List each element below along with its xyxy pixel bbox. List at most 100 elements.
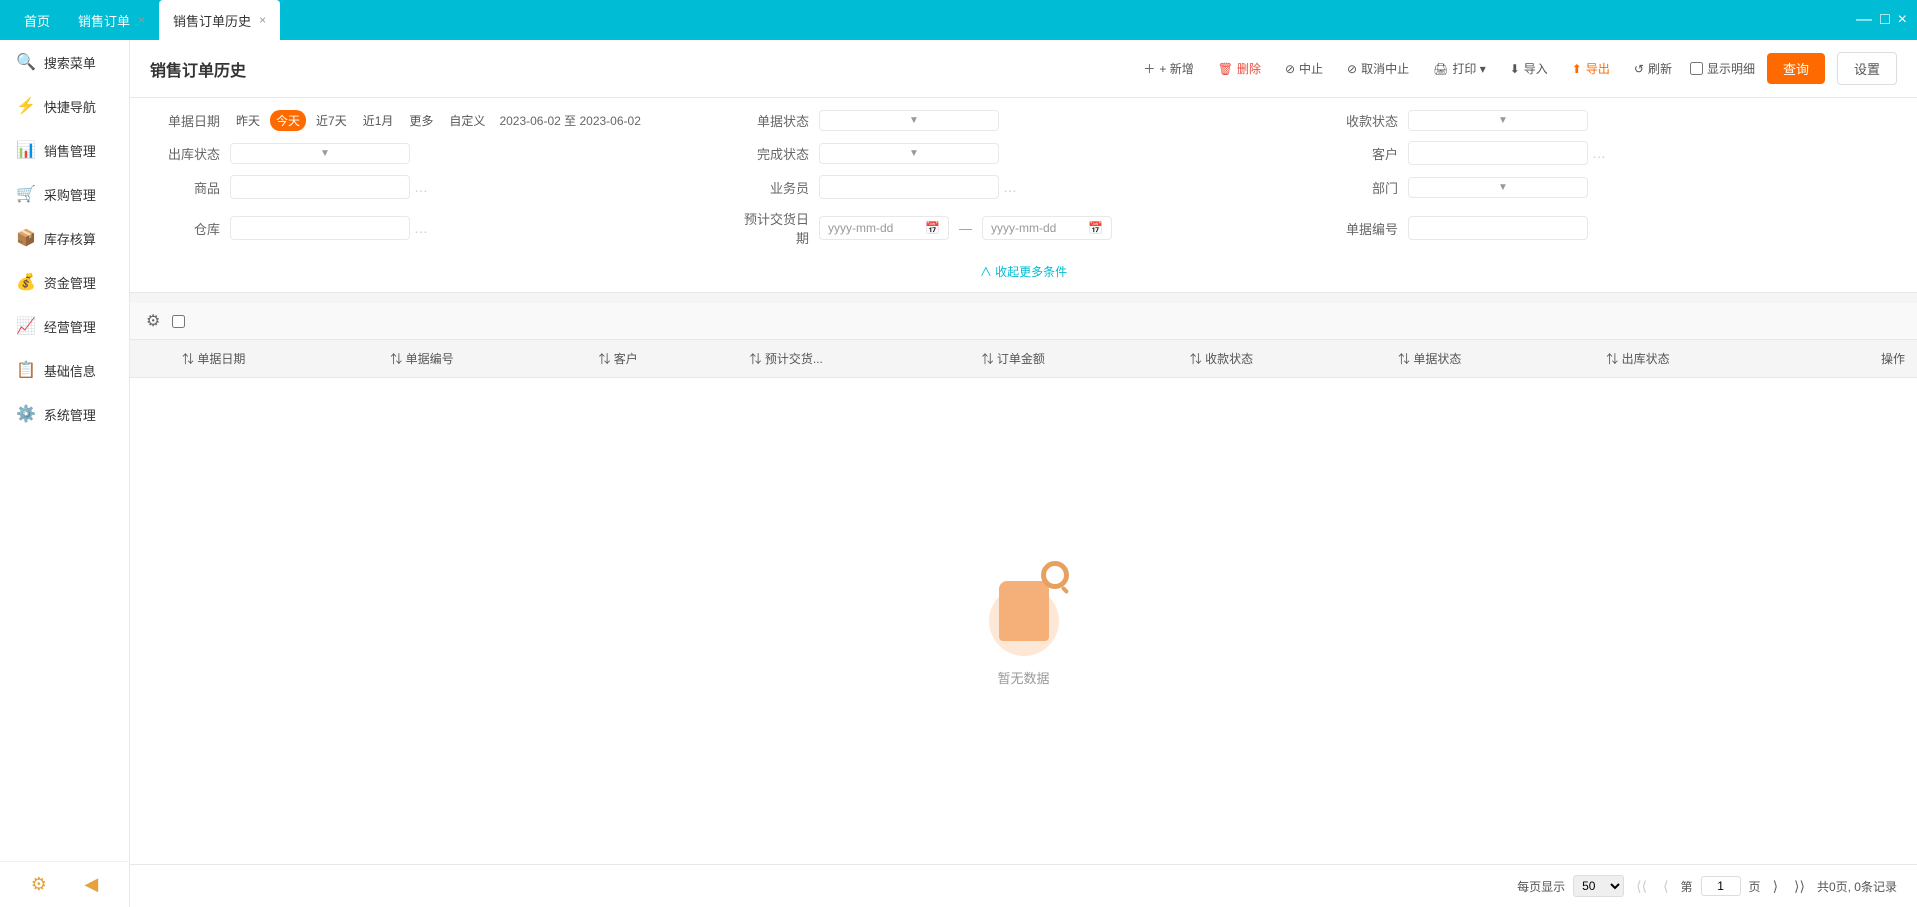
collapse-bar[interactable]: ∧ 收起更多条件 [150, 257, 1897, 280]
table-area: ⚙ ⇅ 单据日期 ⇅ 单据编号 ⇅ 客户 [130, 303, 1917, 864]
yesterday-btn[interactable]: 昨天 [230, 110, 266, 131]
th-no: ⇅ 单据编号 [378, 340, 586, 378]
date-buttons: 昨天 今天 近7天 近1月 更多 自定义 [230, 110, 491, 131]
delivery-date-start-value: yyyy-mm-dd [828, 221, 893, 235]
salesperson-input[interactable] [819, 175, 999, 199]
refresh-button[interactable]: ↺ 刷新 [1628, 56, 1678, 81]
goods-ellipsis[interactable]: … [414, 179, 428, 195]
out-status-arrow: ▼ [320, 148, 401, 159]
add-button[interactable]: ＋ + 新增 [1137, 56, 1199, 81]
sidebar-item-basic-info[interactable]: 📋 基础信息 [0, 348, 129, 392]
sidebar-item-quick-nav-label: 快捷导航 [44, 97, 96, 116]
page-label: 第 [1681, 878, 1693, 895]
complete-status-select[interactable]: ▼ [819, 143, 999, 164]
date-filter-control: 昨天 今天 近7天 近1月 更多 自定义 2023-06-02 至 2023-0… [230, 110, 719, 131]
stop-label: 中止 [1299, 60, 1323, 77]
goods-input[interactable] [230, 175, 410, 199]
page-input[interactable] [1701, 876, 1741, 896]
dept-control: ▼ [1408, 177, 1897, 198]
th-delivery: ⇅ 预计交货... [737, 340, 969, 378]
print-icon: 🖨 [1433, 62, 1448, 76]
collapse-sidebar-icon[interactable]: ◀ [84, 874, 98, 895]
display-toggle-label: 显示明细 [1707, 60, 1755, 77]
delete-button[interactable]: 🗑 删除 [1212, 56, 1267, 81]
set-button[interactable]: 设置 [1837, 52, 1897, 85]
th-action: 操作 [1803, 340, 1917, 378]
warehouse-ellipsis[interactable]: … [414, 220, 428, 236]
payment-status-control: ▼ [1408, 110, 1897, 131]
complete-status-label: 完成状态 [739, 144, 819, 163]
custom-btn[interactable]: 自定义 [443, 110, 491, 131]
th-out-status-label: ⇅ 出库状态 [1606, 352, 1669, 366]
import-button[interactable]: ⬇ 导入 [1504, 56, 1554, 81]
payment-status-label: 收款状态 [1328, 111, 1408, 130]
prev-page-button[interactable]: ⟨ [1659, 876, 1672, 897]
payment-status-select[interactable]: ▼ [1408, 110, 1588, 131]
th-amount-label: ⇅ 订单金额 [982, 352, 1045, 366]
page-suffix: 页 [1749, 878, 1761, 895]
per-page-select[interactable]: 50 20 100 [1573, 875, 1624, 897]
close-window-button[interactable]: × [1898, 11, 1907, 29]
salesperson-ellipsis[interactable]: … [1003, 179, 1017, 195]
delivery-date-end[interactable]: yyyy-mm-dd 📅 [982, 216, 1112, 240]
print-label: 打印 ▾ [1452, 60, 1485, 77]
print-button[interactable]: 🖨 打印 ▾ [1427, 56, 1492, 81]
customer-label: 客户 [1328, 144, 1408, 163]
out-status-select[interactable]: ▼ [230, 143, 410, 164]
sidebar-item-inventory[interactable]: 📦 库存核算 [0, 216, 129, 260]
settings-icon[interactable]: ⚙ [31, 874, 47, 895]
next-page-button[interactable]: ⟩ [1769, 876, 1782, 897]
sidebar-item-purchase-mgmt[interactable]: 🛒 采购管理 [0, 172, 129, 216]
customer-input[interactable] [1408, 141, 1588, 165]
first-page-button[interactable]: ⟨⟨ [1632, 876, 1651, 897]
more-btn[interactable]: 更多 [403, 110, 439, 131]
dept-label: 部门 [1328, 178, 1408, 197]
sidebar-item-quick-nav[interactable]: ⚡ 快捷导航 [0, 84, 129, 128]
tab-sales-order-history-label: 销售订单历史 [173, 11, 251, 30]
last-page-button[interactable]: ⟩⟩ [1790, 876, 1809, 897]
tab-sales-order-close[interactable]: × [138, 13, 145, 27]
customer-control: … [1408, 141, 1897, 165]
delete-icon: 🗑 [1218, 62, 1233, 76]
tab-home-label: 首页 [24, 11, 50, 30]
filter-row-4: 仓库 … 预计交货日期 yyyy-mm-dd 📅 — yyyy-mm-dd 📅 [150, 209, 1897, 247]
last7-btn[interactable]: 近7天 [310, 110, 353, 131]
warehouse-input[interactable] [230, 216, 410, 240]
header-row: ⇅ 单据日期 ⇅ 单据编号 ⇅ 客户 ⇅ 预计交货... ⇅ 订单金额 [130, 340, 1917, 378]
today-btn[interactable]: 今天 [270, 110, 306, 131]
query-button[interactable]: 查询 [1767, 53, 1825, 84]
tab-sales-order[interactable]: 销售订单 × [64, 0, 159, 40]
select-all-checkbox[interactable] [172, 315, 185, 328]
bill-no-input[interactable] [1408, 216, 1588, 240]
sidebar-item-sys-mgmt[interactable]: ⚙️ 系统管理 [0, 392, 129, 436]
warehouse-label: 仓库 [150, 219, 230, 238]
display-toggle-checkbox[interactable] [1690, 62, 1703, 75]
sidebar-item-finance[interactable]: 💰 资金管理 [0, 260, 129, 304]
quick-nav-icon: ⚡ [16, 96, 36, 116]
table-settings-icon[interactable]: ⚙ [146, 311, 160, 331]
top-bar: 首页 销售订单 × 销售订单历史 × — □ × [0, 0, 1917, 40]
stop-button[interactable]: ⊘ 中止 [1279, 56, 1329, 81]
export-button[interactable]: ⬆ 导出 [1566, 56, 1616, 81]
sidebar-item-ops-mgmt[interactable]: 📈 经营管理 [0, 304, 129, 348]
bill-status-select[interactable]: ▼ [819, 110, 999, 131]
sidebar-item-sales-mgmt[interactable]: 📊 销售管理 [0, 128, 129, 172]
last1m-btn[interactable]: 近1月 [357, 110, 400, 131]
import-label: 导入 [1524, 60, 1548, 77]
minimize-button[interactable]: — [1856, 11, 1872, 29]
tab-sales-order-history[interactable]: 销售订单历史 × [159, 0, 280, 40]
empty-illustration [974, 556, 1074, 656]
tab-sales-order-history-close[interactable]: × [259, 13, 266, 27]
refresh-label: 刷新 [1648, 60, 1672, 77]
sidebar-item-search-menu[interactable]: 🔍 搜索菜单 [0, 40, 129, 84]
tab-home[interactable]: 首页 [10, 0, 64, 40]
customer-ellipsis[interactable]: … [1592, 145, 1606, 161]
cancel-stop-button[interactable]: ⊘ 取消中止 [1341, 56, 1415, 81]
display-toggle[interactable]: 显示明细 [1690, 60, 1755, 77]
date-label: 单据日期 [150, 111, 230, 130]
out-status-control: ▼ [230, 143, 719, 164]
dept-select[interactable]: ▼ [1408, 177, 1588, 198]
delivery-date-start[interactable]: yyyy-mm-dd 📅 [819, 216, 949, 240]
maximize-button[interactable]: □ [1880, 11, 1890, 29]
finance-icon: 💰 [16, 272, 36, 292]
